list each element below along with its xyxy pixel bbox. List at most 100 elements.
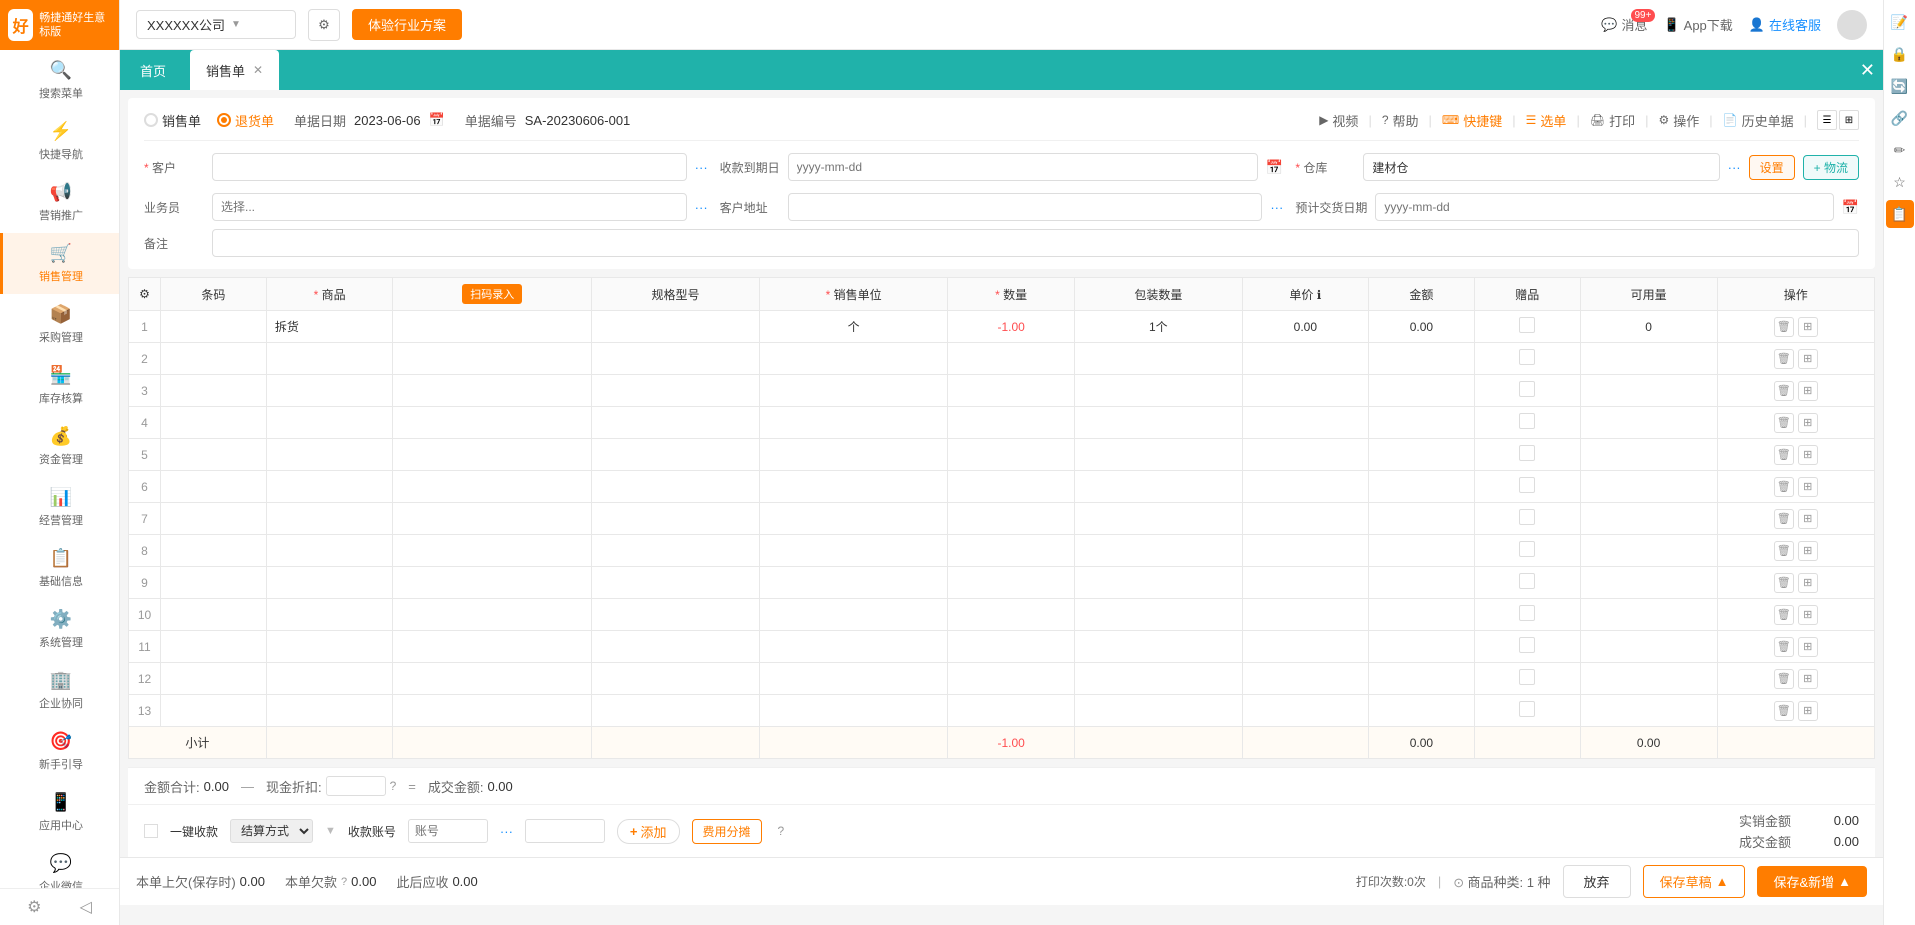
- row-amount[interactable]: [1368, 439, 1474, 471]
- row-pkg-qty[interactable]: [1074, 375, 1242, 407]
- copy-row-btn[interactable]: ⊞: [1798, 573, 1818, 593]
- grid-view-icon[interactable]: ⊞: [1839, 110, 1859, 130]
- company-selector[interactable]: XXXXXX公司 ▼: [136, 10, 296, 39]
- row-amount[interactable]: [1368, 567, 1474, 599]
- row-product[interactable]: [266, 343, 393, 375]
- tab-sales-order[interactable]: 销售单 ✕: [190, 50, 279, 90]
- row-spec[interactable]: [592, 311, 760, 343]
- row-barcode[interactable]: [161, 343, 267, 375]
- row-qty[interactable]: [948, 663, 1075, 695]
- row-product[interactable]: [266, 503, 393, 535]
- warehouse-input[interactable]: [1363, 153, 1719, 181]
- row-amount[interactable]: [1368, 407, 1474, 439]
- row-product[interactable]: [266, 631, 393, 663]
- row-amount[interactable]: [1368, 343, 1474, 375]
- row-gift[interactable]: [1474, 503, 1580, 535]
- sidebar-item-guide[interactable]: 🎯 新手引导: [0, 721, 119, 782]
- amount-input[interactable]: [525, 819, 605, 843]
- row-barcode[interactable]: [161, 535, 267, 567]
- row-barcode[interactable]: [161, 311, 267, 343]
- row-gift[interactable]: [1474, 599, 1580, 631]
- row-spec[interactable]: [592, 471, 760, 503]
- account-no-input[interactable]: [408, 819, 488, 843]
- row-gift[interactable]: [1474, 439, 1580, 471]
- delete-row-btn[interactable]: 🗑: [1774, 509, 1794, 529]
- sidebar-item-search[interactable]: 🔍 搜索菜单: [0, 50, 119, 111]
- row-spec[interactable]: [592, 631, 760, 663]
- row-barcode[interactable]: [161, 503, 267, 535]
- customer-dots[interactable]: ···: [695, 160, 708, 175]
- rp-link-icon[interactable]: 🔗: [1886, 104, 1914, 132]
- sidebar-item-purchase[interactable]: 📦 采购管理: [0, 294, 119, 355]
- row-unit[interactable]: [759, 375, 947, 407]
- rp-orange-icon[interactable]: 📋: [1886, 200, 1914, 228]
- row-qty[interactable]: [948, 695, 1075, 727]
- expected-date-cal-icon[interactable]: 📅: [1842, 199, 1859, 216]
- row-qty[interactable]: [948, 567, 1075, 599]
- row-unit[interactable]: [759, 471, 947, 503]
- row-pkg-qty[interactable]: [1074, 695, 1242, 727]
- row-barcode[interactable]: [161, 631, 267, 663]
- copy-row-btn[interactable]: ⊞: [1798, 413, 1818, 433]
- sidebar-item-capital[interactable]: 💰 资金管理: [0, 416, 119, 477]
- row-gift[interactable]: [1474, 535, 1580, 567]
- row-gift[interactable]: [1474, 343, 1580, 375]
- row-unit[interactable]: [759, 567, 947, 599]
- row-unit[interactable]: [759, 343, 947, 375]
- row-barcode[interactable]: [161, 439, 267, 471]
- delete-row-btn[interactable]: 🗑: [1774, 317, 1794, 337]
- account-dots[interactable]: ···: [500, 824, 513, 839]
- row-barcode[interactable]: [161, 567, 267, 599]
- delete-row-btn[interactable]: 🗑: [1774, 477, 1794, 497]
- action-select[interactable]: ☰ 选单: [1526, 111, 1567, 130]
- customer-addr-input[interactable]: [788, 193, 1263, 221]
- header-settings-button[interactable]: ⚙: [308, 9, 340, 41]
- copy-row-btn[interactable]: ⊞: [1798, 349, 1818, 369]
- tab-close-icon[interactable]: ✕: [253, 63, 263, 77]
- delete-row-btn[interactable]: 🗑: [1774, 445, 1794, 465]
- row-amount[interactable]: 0.00: [1368, 311, 1474, 343]
- delete-row-btn[interactable]: 🗑: [1774, 701, 1794, 721]
- action-operate[interactable]: ⚙ 操作: [1658, 111, 1699, 130]
- row-product[interactable]: [266, 407, 393, 439]
- rp-lock-icon[interactable]: 🔒: [1886, 40, 1914, 68]
- row-qty[interactable]: [948, 503, 1075, 535]
- row-qty[interactable]: -1.00: [948, 311, 1075, 343]
- row-price[interactable]: [1242, 567, 1368, 599]
- expected-date-input[interactable]: [1375, 193, 1833, 221]
- row-price[interactable]: [1242, 343, 1368, 375]
- copy-row-btn[interactable]: ⊞: [1798, 637, 1818, 657]
- row-unit[interactable]: [759, 695, 947, 727]
- expense-split-button[interactable]: 费用分摊: [692, 819, 762, 844]
- row-qty[interactable]: [948, 439, 1075, 471]
- copy-row-btn[interactable]: ⊞: [1798, 605, 1818, 625]
- row-pkg-qty[interactable]: [1074, 439, 1242, 471]
- delete-row-btn[interactable]: 🗑: [1774, 605, 1794, 625]
- rp-refresh-icon[interactable]: 🔄: [1886, 72, 1914, 100]
- row-pkg-qty[interactable]: [1074, 407, 1242, 439]
- row-product[interactable]: [266, 439, 393, 471]
- trial-button[interactable]: 体验行业方案: [352, 9, 462, 40]
- row-gift[interactable]: [1474, 567, 1580, 599]
- row-price[interactable]: [1242, 375, 1368, 407]
- row-gift[interactable]: [1474, 375, 1580, 407]
- due-date-input[interactable]: [788, 153, 1258, 181]
- row-unit[interactable]: [759, 535, 947, 567]
- expense-help-icon[interactable]: ?: [778, 824, 785, 838]
- row-product[interactable]: [266, 663, 393, 695]
- row-spec[interactable]: [592, 695, 760, 727]
- online-service-button[interactable]: 👤 在线客服: [1749, 15, 1821, 34]
- copy-row-btn[interactable]: ⊞: [1798, 317, 1818, 337]
- row-product[interactable]: [266, 535, 393, 567]
- copy-row-btn[interactable]: ⊞: [1798, 701, 1818, 721]
- save-new-button[interactable]: 保存&新增 ▲: [1757, 866, 1867, 897]
- row-price[interactable]: [1242, 503, 1368, 535]
- copy-row-btn[interactable]: ⊞: [1798, 509, 1818, 529]
- cash-discount-input[interactable]: [326, 776, 386, 796]
- cash-discount-help[interactable]: ?: [390, 779, 397, 793]
- add-button[interactable]: + 添加: [617, 819, 680, 844]
- row-gift[interactable]: [1474, 311, 1580, 343]
- customer-addr-dots[interactable]: ···: [1270, 200, 1283, 215]
- sidebar-item-inventory[interactable]: 🏪 库存核算: [0, 355, 119, 416]
- row-amount[interactable]: [1368, 535, 1474, 567]
